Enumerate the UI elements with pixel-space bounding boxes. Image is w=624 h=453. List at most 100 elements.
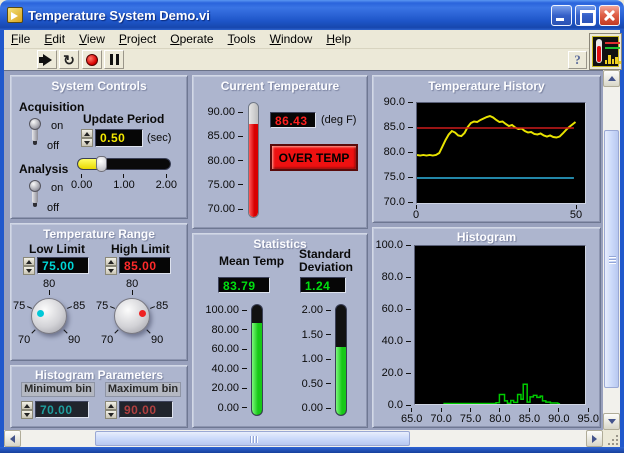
vi-icon[interactable] [589,33,622,70]
update-period-spinner[interactable] [81,129,93,147]
gauge-tick-label: 2.00 [302,304,331,316]
minimize-button[interactable] [551,5,572,26]
vertical-scrollbar[interactable] [603,70,620,430]
abort-button[interactable] [82,50,102,69]
menu-view[interactable]: View [72,30,112,48]
mean-temp-scale: 100.0080.0060.0040.0020.000.00 [199,304,247,414]
run-continuously-button[interactable]: ↻ [59,50,79,69]
low-limit-label: Low Limit [29,242,85,256]
high-limit-spinner[interactable] [105,257,117,275]
menu-help[interactable]: Help [319,30,358,48]
menu-operate[interactable]: Operate [163,30,220,48]
window-border-bottom [0,447,624,453]
slider-tick-label: 1.00 [113,174,134,191]
mean-temp-label: Mean Temp [219,254,284,268]
low-limit-knob-block: 80 75 85 70 90 [11,276,87,348]
abort-icon [86,54,98,66]
slider-knob[interactable] [96,156,107,172]
pause-button[interactable] [104,50,124,69]
gauge-tick-label: 1.50 [302,329,331,341]
maximize-button[interactable] [575,5,596,26]
gauge-tick-label: 0.50 [302,378,331,390]
histogram-panel: Histogram 100.080.060.040.020.00.0 65.07… [372,227,601,428]
y-tick-label: 100.0 [375,239,411,251]
current-temperature-thermometer [248,102,259,218]
menu-file[interactable]: File [4,30,37,48]
title-bar[interactable]: Temperature System Demo.vi [0,0,624,30]
histogram-bars-icon [605,52,621,64]
context-help-button[interactable]: ? [568,51,587,69]
close-button[interactable] [599,5,620,26]
panel-title: System Controls [11,79,187,93]
history-x-tick-50: 50 [566,205,586,221]
horizontal-scrollbar[interactable] [4,430,603,447]
gauge-tick-label: 20.00 [211,382,247,394]
window-border-right [620,30,624,447]
histogram-chart [414,245,586,405]
menu-project[interactable]: Project [112,30,163,48]
y-tick-label: 75.0 [384,171,413,183]
update-period-scale: 0.001.002.00 [71,174,177,191]
mean-gauge-fill [252,323,262,415]
knob-tick-75: 75 [96,300,108,312]
minimum-bin-label: Minimum bin [21,382,95,397]
y-tick-label: 20.0 [382,367,411,379]
analysis-off-label: off [47,202,59,214]
horizontal-scroll-thumb[interactable] [95,431,410,446]
scroll-down-button[interactable] [603,413,620,430]
x-tick-label: 70.0 [430,408,451,425]
maximum-bin-spinner[interactable] [105,401,117,419]
high-limit-knob[interactable] [114,298,150,334]
red-trace-icon [605,42,620,44]
panel-title: Temperature Range [11,227,187,241]
y-tick-label: 85.0 [384,121,413,133]
update-period-label: Update Period [83,112,164,126]
thermometer-tick-label: 70.00 [207,203,243,215]
update-period-value[interactable]: 0.50 [95,129,143,147]
maximum-bin-value[interactable]: 90.00 [119,401,173,418]
history-x-tick-0: 0 [411,205,421,221]
menu-edit[interactable]: Edit [37,30,72,48]
maximum-bin-label: Maximum bin [105,382,181,397]
scroll-right-button[interactable] [586,430,603,447]
gauge-tick-label: 40.00 [211,363,247,375]
low-limit-value[interactable]: 75.00 [37,257,89,274]
history-y-axis: 90.085.080.075.070.0 [375,96,413,208]
vertical-scroll-thumb[interactable] [604,130,619,388]
update-period-slider[interactable] [77,158,171,170]
vi-app-icon [7,7,23,23]
y-tick-label: 40.0 [382,335,411,347]
thermometer-tick-label: 75.00 [207,179,243,191]
histogram-y-axis: 100.080.060.040.020.00.0 [375,239,411,411]
thermometer-fill [249,124,258,217]
resize-grip[interactable] [603,430,620,447]
high-limit-value[interactable]: 85.00 [119,257,171,274]
series-frequency [443,384,560,403]
run-button[interactable] [37,50,57,69]
gauge-tick-label: 80.00 [211,324,247,336]
gauge-tick-label: 100.00 [205,304,247,316]
current-temperature-panel: Current Temperature 90.0085.0080.0075.00… [192,75,368,229]
minimum-bin-value[interactable]: 70.00 [35,401,89,418]
gauge-tick-label: 0.00 [218,402,247,414]
low-limit-knob[interactable] [31,298,67,334]
minimum-bin-spinner[interactable] [21,401,33,419]
menu-tools[interactable]: Tools [221,30,263,48]
knob-tick-90: 90 [151,334,163,346]
scroll-up-button[interactable] [603,70,620,87]
scroll-left-button[interactable] [4,430,21,447]
temperature-range-panel: Temperature Range Low Limit High Limit 7… [10,223,188,361]
menu-window[interactable]: Window [263,30,320,48]
std-gauge-fill [336,347,346,415]
knob-tick-70: 70 [18,334,30,346]
vi-icon-art [592,36,619,67]
analysis-switch[interactable] [27,180,43,210]
acquisition-switch[interactable] [27,118,43,148]
mean-temp-gauge [251,304,263,416]
low-limit-spinner[interactable] [23,257,35,275]
panel-title: Temperature History [373,79,600,93]
knob-tick-85: 85 [73,300,85,312]
run-continuously-icon: ↻ [63,53,75,67]
low-knob-indicator-dot [37,310,44,317]
menu-bar: File Edit View Project Operate Tools Win… [4,30,620,49]
